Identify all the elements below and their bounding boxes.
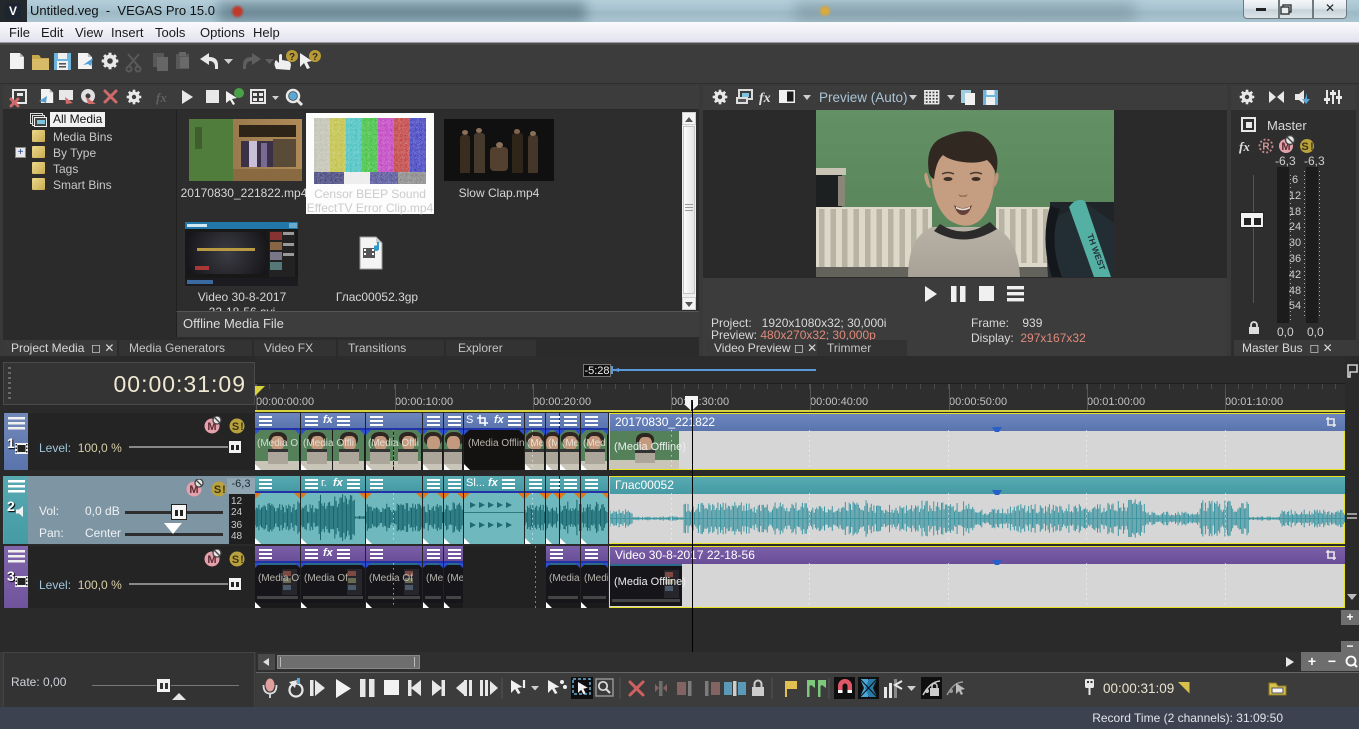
svg-text:!: ! [222,484,226,496]
svg-text:S: S [232,554,239,566]
svg-text:!: ! [240,421,244,433]
svg-text:fx: fx [156,90,167,105]
svg-text:?: ? [289,52,295,63]
svg-text:S: S [1301,141,1308,153]
svg-text:fx: fx [759,91,771,106]
svg-text:Preview (Auto): Preview (Auto) [819,90,908,105]
svg-text:S: S [214,484,221,496]
svg-text:fx: fx [1239,139,1250,154]
svg-text:!: ! [1310,141,1314,153]
svg-text:00:00:31:09: 00:00:31:09 [1103,681,1174,696]
svg-text:!: ! [240,554,244,566]
svg-text:?: ? [312,52,318,63]
svg-text:R: R [1262,142,1270,153]
svg-text:S: S [232,421,239,433]
